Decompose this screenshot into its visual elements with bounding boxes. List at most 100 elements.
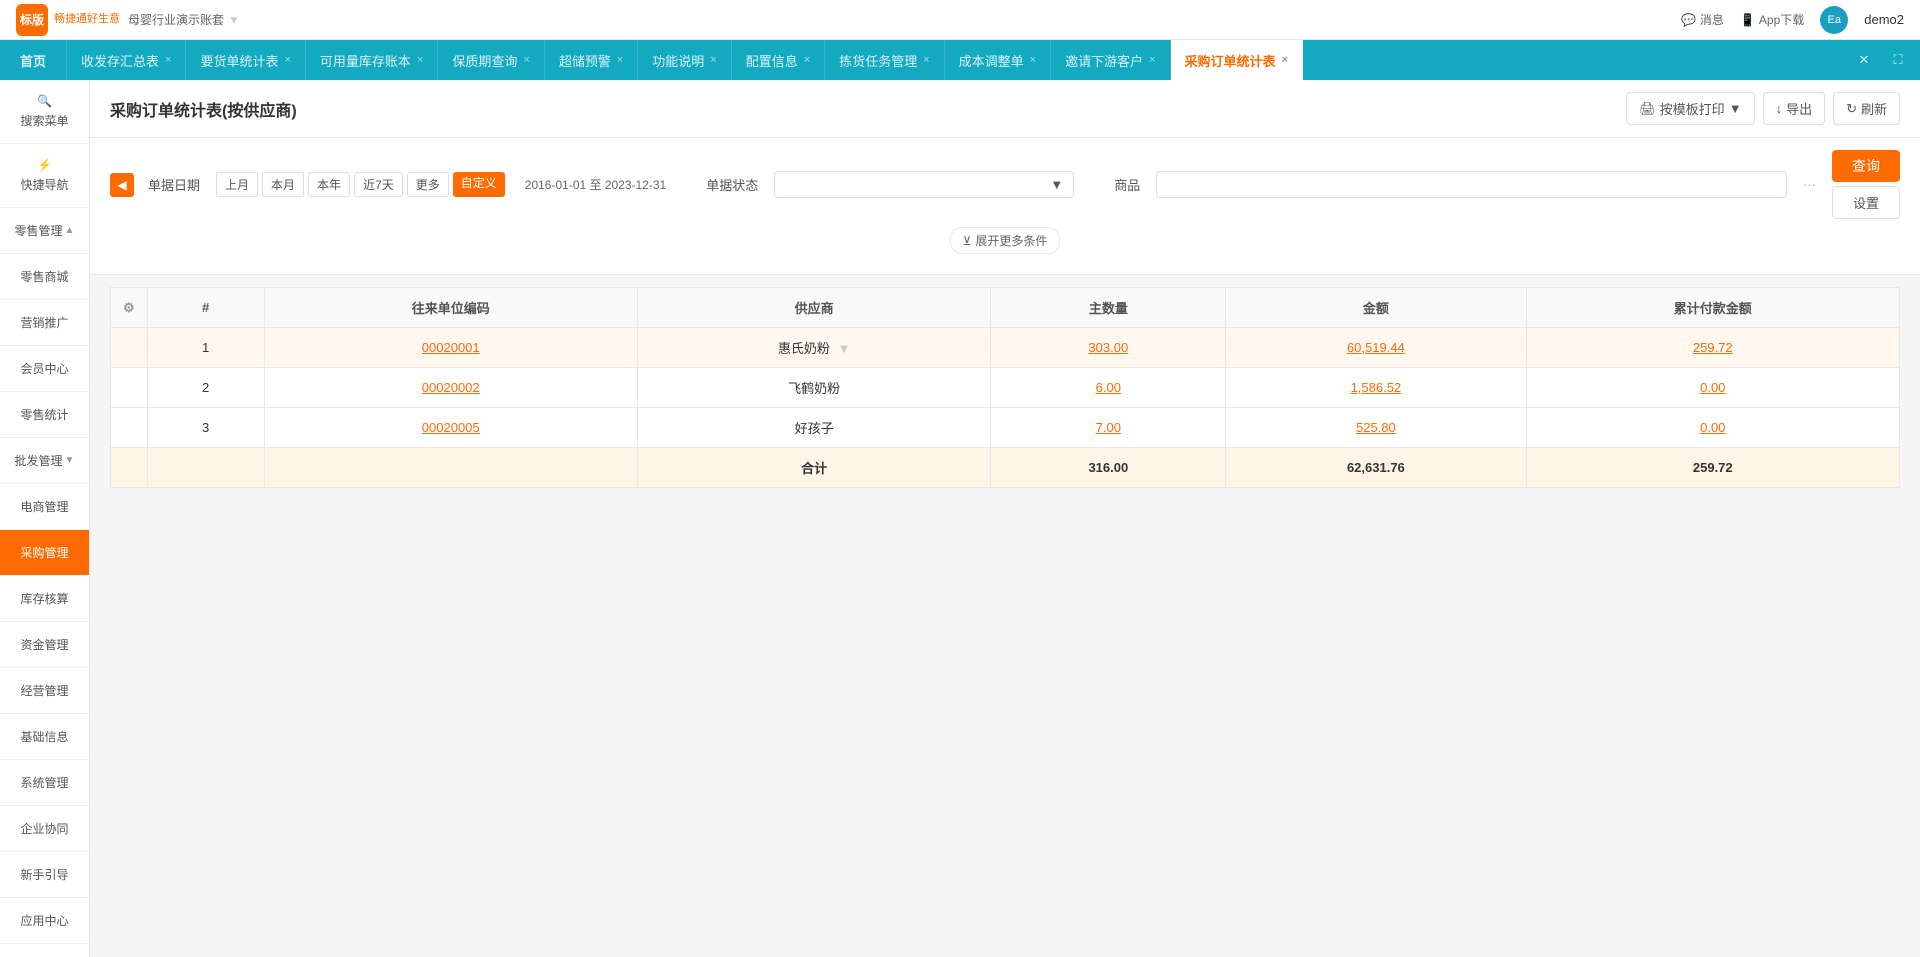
expand-filters-button[interactable]: ⊻ 展开更多条件 bbox=[950, 227, 1061, 254]
message-icon: 💬 bbox=[1681, 13, 1696, 27]
tab-close-icon[interactable]: × bbox=[1030, 54, 1036, 66]
tab-close-icon[interactable]: × bbox=[1149, 54, 1155, 66]
page-title: 采购订单统计表(按供应商) bbox=[110, 97, 297, 121]
row-settings-cell bbox=[111, 328, 148, 368]
date-label: 单据日期 bbox=[148, 175, 200, 194]
sidebar-item-lingshoutj[interactable]: 零售统计 bbox=[0, 392, 89, 438]
query-settings-group: 查询 设置 bbox=[1832, 150, 1900, 219]
tab-close-icon[interactable]: × bbox=[804, 54, 810, 66]
row-quantity-cell: 6.00 bbox=[991, 368, 1226, 408]
row-supplier-cell: 惠氏奶粉 ▼ bbox=[637, 328, 991, 368]
sidebar-item-kucun[interactable]: 库存核算 bbox=[0, 576, 89, 622]
table-header-row: ⚙ # 往来单位编码 供应商 主数量 金额 累计付款金额 bbox=[111, 288, 1900, 328]
footer-empty-col bbox=[111, 448, 148, 488]
sidebar-item-qiye[interactable]: 企业协同 bbox=[0, 806, 89, 852]
goods-input[interactable] bbox=[1156, 171, 1787, 198]
row-paid-cell: 0.00 bbox=[1526, 408, 1899, 448]
goods-more-icon[interactable]: ··· bbox=[1803, 177, 1816, 192]
settings-button[interactable]: 设置 bbox=[1832, 186, 1900, 219]
column-settings-icon[interactable]: ⚙ bbox=[123, 300, 135, 316]
row-code-cell: 00020001 bbox=[264, 328, 637, 368]
date-btn-7days[interactable]: 近7天 bbox=[354, 172, 403, 197]
nav-close-button[interactable]: ✕ bbox=[1848, 44, 1880, 76]
col-paid-header: 累计付款金额 bbox=[1526, 288, 1899, 328]
print-dropdown-icon: ▼ bbox=[1729, 101, 1742, 116]
date-btn-more[interactable]: 更多 bbox=[407, 172, 449, 197]
sidebar-item-caigou[interactable]: 采购管理 bbox=[0, 530, 89, 576]
table-footer-row: 合计 316.00 62,631.76 259.72 bbox=[111, 448, 1900, 488]
sidebar-item-lingshou[interactable]: 零售管理 ▲ bbox=[0, 208, 89, 254]
row-amount-cell: 525.80 bbox=[1226, 408, 1526, 448]
sidebar-item-huiyuan[interactable]: 会员中心 bbox=[0, 346, 89, 392]
username-label[interactable]: demo2 bbox=[1864, 12, 1904, 27]
footer-total-label: 合计 bbox=[637, 448, 991, 488]
sidebar-item-zijin[interactable]: 资金管理 bbox=[0, 622, 89, 668]
row-quantity-cell: 7.00 bbox=[991, 408, 1226, 448]
message-button[interactable]: 💬 消息 bbox=[1681, 11, 1724, 28]
row-amount-cell: 1,586.52 bbox=[1226, 368, 1526, 408]
query-button[interactable]: 查询 bbox=[1832, 150, 1900, 182]
sidebar-item-jingying[interactable]: 经营管理 bbox=[0, 668, 89, 714]
tab-close-icon[interactable]: × bbox=[165, 54, 171, 66]
sidebar-item-lingshoudian[interactable]: 零售商城 bbox=[0, 254, 89, 300]
tab-close-icon[interactable]: × bbox=[523, 54, 529, 66]
tab-close-icon[interactable]: × bbox=[617, 54, 623, 66]
quicknav-icon: ⚡ bbox=[37, 158, 52, 172]
tab-yaoqing[interactable]: 邀请下游客户 × bbox=[1051, 40, 1170, 80]
refresh-button[interactable]: ↻ 刷新 bbox=[1833, 92, 1900, 125]
tab-close-icon[interactable]: × bbox=[923, 54, 929, 66]
breadcrumb-dropdown-icon[interactable]: ▼ bbox=[228, 13, 240, 27]
sidebar-item-qiyeweixin[interactable]: 企业微信 bbox=[0, 944, 89, 957]
app-download-button[interactable]: 📱 App下载 bbox=[1740, 11, 1804, 28]
logo-area: 标版 畅捷通好生意 bbox=[16, 4, 120, 36]
breadcrumb: 母婴行业演示账套 ▼ bbox=[128, 11, 240, 28]
footer-amount: 62,631.76 bbox=[1226, 448, 1526, 488]
col-index-header: # bbox=[147, 288, 264, 328]
nav-maximize-button[interactable]: ⛶ bbox=[1882, 44, 1914, 76]
footer-paid: 259.72 bbox=[1526, 448, 1899, 488]
sidebar-item-pifa[interactable]: 批发管理 ▼ bbox=[0, 438, 89, 484]
tab-caigoustatistics[interactable]: 采购订单统计表 × bbox=[1171, 40, 1303, 80]
date-custom-badge[interactable]: 自定义 bbox=[453, 172, 505, 197]
avatar[interactable]: Ea bbox=[1820, 6, 1848, 34]
tab-gongneng[interactable]: 功能说明 × bbox=[638, 40, 731, 80]
date-btn-last-month[interactable]: 上月 bbox=[216, 172, 258, 197]
sidebar-item-yingyong[interactable]: 应用中心 bbox=[0, 898, 89, 944]
export-icon: ↓ bbox=[1776, 101, 1783, 116]
sidebar-item-search[interactable]: 🔍 搜索菜单 bbox=[0, 80, 89, 144]
nav-tabs: 首页 收发存汇总表 × 要货单统计表 × 可用量库存账本 × 保质期查询 × 超… bbox=[0, 40, 1920, 80]
filter-toggle-button[interactable]: ◀ bbox=[110, 173, 134, 197]
tab-chaochuyujing[interactable]: 超储预警 × bbox=[545, 40, 638, 80]
tab-close-icon[interactable]: × bbox=[417, 54, 423, 66]
export-button[interactable]: ↓ 导出 bbox=[1763, 92, 1826, 125]
tab-close-icon[interactable]: × bbox=[710, 54, 716, 66]
status-dropdown-icon: ▼ bbox=[1050, 177, 1063, 192]
row-supplier-cell: 好孩子 bbox=[637, 408, 991, 448]
sidebar-item-yingxiao[interactable]: 营销推广 bbox=[0, 300, 89, 346]
tab-close-icon[interactable]: × bbox=[1282, 54, 1288, 66]
supplier-dropdown-icon: ▼ bbox=[838, 341, 851, 356]
tab-peizhi[interactable]: 配置信息 × bbox=[732, 40, 825, 80]
tab-home[interactable]: 首页 bbox=[0, 40, 67, 80]
print-icon: 🖨 bbox=[1639, 101, 1656, 117]
sidebar-item-jichu[interactable]: 基础信息 bbox=[0, 714, 89, 760]
date-btn-this-year[interactable]: 本年 bbox=[308, 172, 350, 197]
tab-paihuorenwu[interactable]: 拣货任务管理 × bbox=[825, 40, 944, 80]
filter-row-1: ◀ 单据日期 上月 本月 本年 近7天 更多 自定义 2016-01-01 至 … bbox=[110, 150, 1900, 219]
tab-chenben[interactable]: 成本调整单 × bbox=[945, 40, 1051, 80]
refresh-icon: ↻ bbox=[1846, 101, 1857, 117]
print-button[interactable]: 🖨 按模板打印 ▼ bbox=[1626, 92, 1754, 125]
sidebar-item-xitong[interactable]: 系统管理 bbox=[0, 760, 89, 806]
status-select[interactable]: ▼ bbox=[774, 171, 1074, 198]
sidebar-item-quicknav[interactable]: ⚡ 快捷导航 bbox=[0, 144, 89, 208]
date-btn-this-month[interactable]: 本月 bbox=[262, 172, 304, 197]
tab-baoguan[interactable]: 保质期查询 × bbox=[438, 40, 544, 80]
tab-yaohuo[interactable]: 要货单统计表 × bbox=[186, 40, 305, 80]
expand-row: ⊻ 展开更多条件 bbox=[110, 219, 1900, 262]
tab-keyongliang[interactable]: 可用量库存账本 × bbox=[306, 40, 438, 80]
chevron-down-icon: ▼ bbox=[65, 455, 75, 466]
sidebar-item-xinshou[interactable]: 新手引导 bbox=[0, 852, 89, 898]
tab-shoufahuizong[interactable]: 收发存汇总表 × bbox=[67, 40, 186, 80]
sidebar-item-dianshang[interactable]: 电商管理 bbox=[0, 484, 89, 530]
tab-close-icon[interactable]: × bbox=[284, 54, 290, 66]
